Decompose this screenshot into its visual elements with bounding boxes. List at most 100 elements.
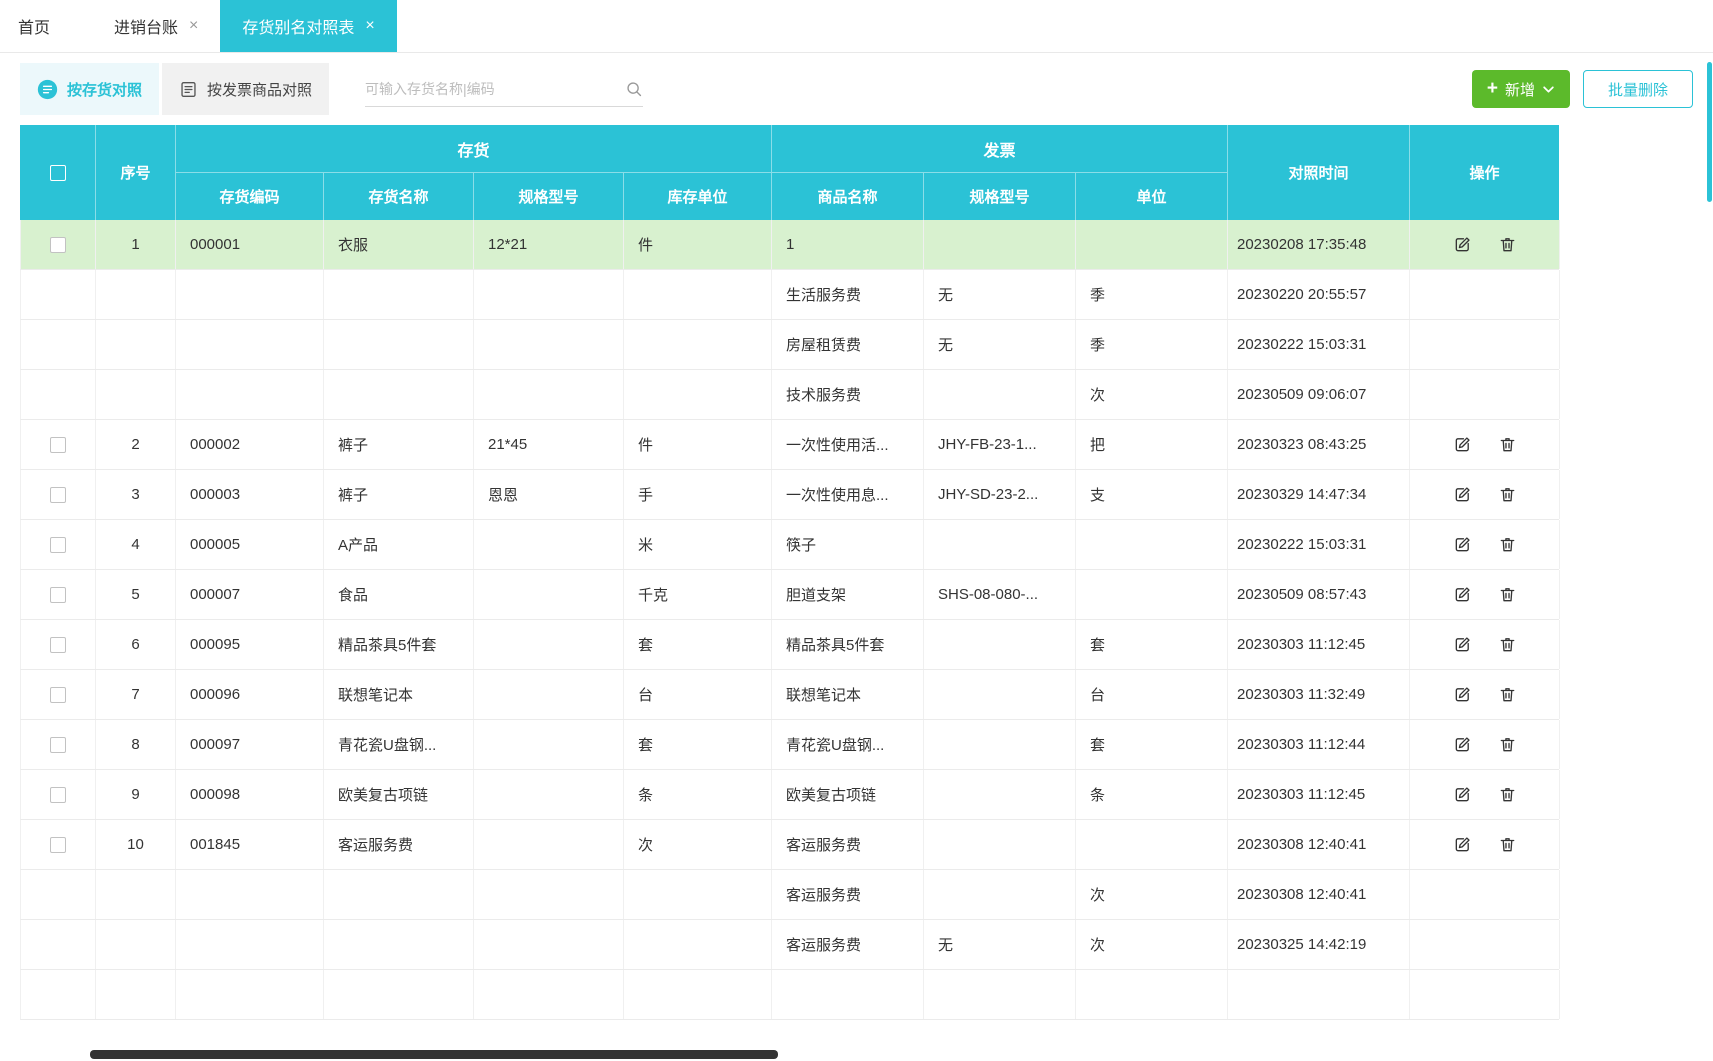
tab-home[interactable]: 首页 [0, 0, 68, 52]
tab-bar: 首页 进销台账 × 存货别名对照表 × [0, 0, 1713, 53]
delete-icon[interactable] [1498, 535, 1517, 554]
row-actions-cell [1410, 670, 1560, 719]
cell-inv-name [324, 920, 474, 969]
tab-purchase-sales-ledger[interactable]: 进销台账 × [92, 0, 220, 52]
select-all-checkbox[interactable] [49, 164, 66, 181]
edit-icon[interactable] [1453, 835, 1472, 854]
cell-inv-name: 联想笔记本 [324, 670, 474, 719]
cell-inv-spec: 恩恩 [474, 470, 624, 519]
row-checkbox[interactable] [50, 536, 66, 553]
table-row: 2 000002 裤子 21*45 件一次性使用活... JHY-FB-23-1... 把 2… [20, 420, 1560, 470]
row-actions-cell [1410, 770, 1560, 819]
delete-icon[interactable] [1498, 435, 1517, 454]
table-row: 1 000001 衣服 12*21 件 1 20230208 17:35:48 [20, 220, 1560, 270]
table-row: 客运服务费无次 20230325 14:42:19 [20, 920, 1560, 970]
add-button[interactable]: + 新增 [1471, 70, 1570, 108]
delete-icon[interactable] [1498, 835, 1517, 854]
cell-prod-unit: 套 [1076, 720, 1228, 769]
row-select-cell [21, 620, 96, 669]
cell-prod-unit: 台 [1076, 670, 1228, 719]
cell-time: 20230303 11:12:44 [1228, 720, 1410, 769]
row-actions-cell [1410, 870, 1560, 919]
delete-icon[interactable] [1498, 735, 1517, 754]
row-actions-cell [1410, 370, 1560, 419]
cell-inv-name: 裤子 [324, 470, 474, 519]
table-row: 8 000097 青花瓷U盘钢... 套青花瓷U盘钢... 套 20230303 11:1… [20, 720, 1560, 770]
row-checkbox[interactable] [50, 436, 66, 453]
tab-label: 进销台账 [114, 20, 179, 37]
cell-inv-unit: 千克 [624, 570, 772, 619]
row-checkbox[interactable] [50, 736, 66, 753]
delete-icon[interactable] [1498, 685, 1517, 704]
row-checkbox[interactable] [50, 236, 66, 253]
close-icon[interactable]: × [189, 18, 198, 34]
row-select-cell [21, 820, 96, 869]
cell-prod-name: 技术服务费 [772, 370, 924, 419]
row-checkbox[interactable] [50, 586, 66, 603]
cell-seq: 10 [96, 820, 176, 869]
horizontal-scrollbar-thumb[interactable] [90, 1050, 778, 1059]
cell-inv-code: 000003 [176, 470, 324, 519]
tab-inventory-alias-table[interactable]: 存货别名对照表 × [220, 0, 397, 52]
cell-inv-name: 青花瓷U盘钢... [324, 720, 474, 769]
edit-icon[interactable] [1453, 485, 1472, 504]
row-checkbox[interactable] [50, 836, 66, 853]
row-checkbox[interactable] [50, 636, 66, 653]
edit-icon[interactable] [1453, 535, 1472, 554]
cell-prod-name: 青花瓷U盘钢... [772, 720, 924, 769]
subtab-by-invoice-product[interactable]: 按发票商品对照 [162, 63, 330, 115]
close-icon[interactable]: × [365, 18, 374, 34]
cell-prod-unit: 季 [1076, 320, 1228, 369]
col-header-time: 对照时间 [1227, 125, 1409, 220]
table-row [20, 970, 1560, 1020]
cell-inv-unit: 套 [624, 720, 772, 769]
row-select-cell [21, 570, 96, 619]
col-header-prod-unit: 单位 [1075, 172, 1227, 220]
row-checkbox[interactable] [50, 686, 66, 703]
vertical-scrollbar-thumb[interactable] [1707, 62, 1712, 202]
edit-icon[interactable] [1453, 685, 1472, 704]
cell-inv-spec [474, 920, 624, 969]
edit-icon[interactable] [1453, 585, 1472, 604]
row-checkbox[interactable] [50, 486, 66, 503]
cell-inv-name: 精品茶具5件套 [324, 620, 474, 669]
cell-prod-unit [1076, 570, 1228, 619]
col-header-inv-name: 存货名称 [323, 172, 473, 220]
search-icon[interactable] [625, 80, 643, 98]
edit-icon[interactable] [1453, 735, 1472, 754]
edit-icon[interactable] [1453, 635, 1472, 654]
delete-icon[interactable] [1498, 485, 1517, 504]
cell-seq: 8 [96, 720, 176, 769]
cell-seq: 7 [96, 670, 176, 719]
row-select-cell [21, 870, 96, 919]
cell-prod-unit: 套 [1076, 620, 1228, 669]
cell-inv-spec [474, 870, 624, 919]
search-input[interactable] [365, 80, 626, 97]
cell-prod-spec: 无 [924, 320, 1076, 369]
subtab-by-inventory[interactable]: 按存货对照 [20, 63, 160, 115]
cell-inv-spec [474, 720, 624, 769]
table-row: 10 001845 客运服务费次客运服务费 20230308 12:40:41 [20, 820, 1560, 870]
cell-time: 20230222 15:03:31 [1228, 320, 1410, 369]
col-header-inv-spec: 规格型号 [473, 172, 623, 220]
cell-inv-unit [624, 270, 772, 319]
cell-seq: 6 [96, 620, 176, 669]
row-actions-cell [1410, 920, 1560, 969]
cell-inv-code: 000095 [176, 620, 324, 669]
cell-inv-name: 欧美复古项链 [324, 770, 474, 819]
delete-icon[interactable] [1498, 235, 1517, 254]
edit-icon[interactable] [1453, 235, 1472, 254]
table-row: 6 000095 精品茶具5件套套精品茶具5件套套 20230303 11:12:45 [20, 620, 1560, 670]
row-select-cell [21, 370, 96, 419]
cell-prod-spec [924, 720, 1076, 769]
tab-label: 首页 [18, 20, 51, 37]
batch-delete-button[interactable]: 批量删除 [1582, 70, 1693, 108]
col-header-prod-spec: 规格型号 [923, 172, 1075, 220]
delete-icon[interactable] [1498, 635, 1517, 654]
edit-icon[interactable] [1453, 435, 1472, 454]
edit-icon[interactable] [1453, 785, 1472, 804]
row-checkbox[interactable] [50, 786, 66, 803]
delete-icon[interactable] [1498, 785, 1517, 804]
cell-seq: 3 [96, 470, 176, 519]
delete-icon[interactable] [1498, 585, 1517, 604]
